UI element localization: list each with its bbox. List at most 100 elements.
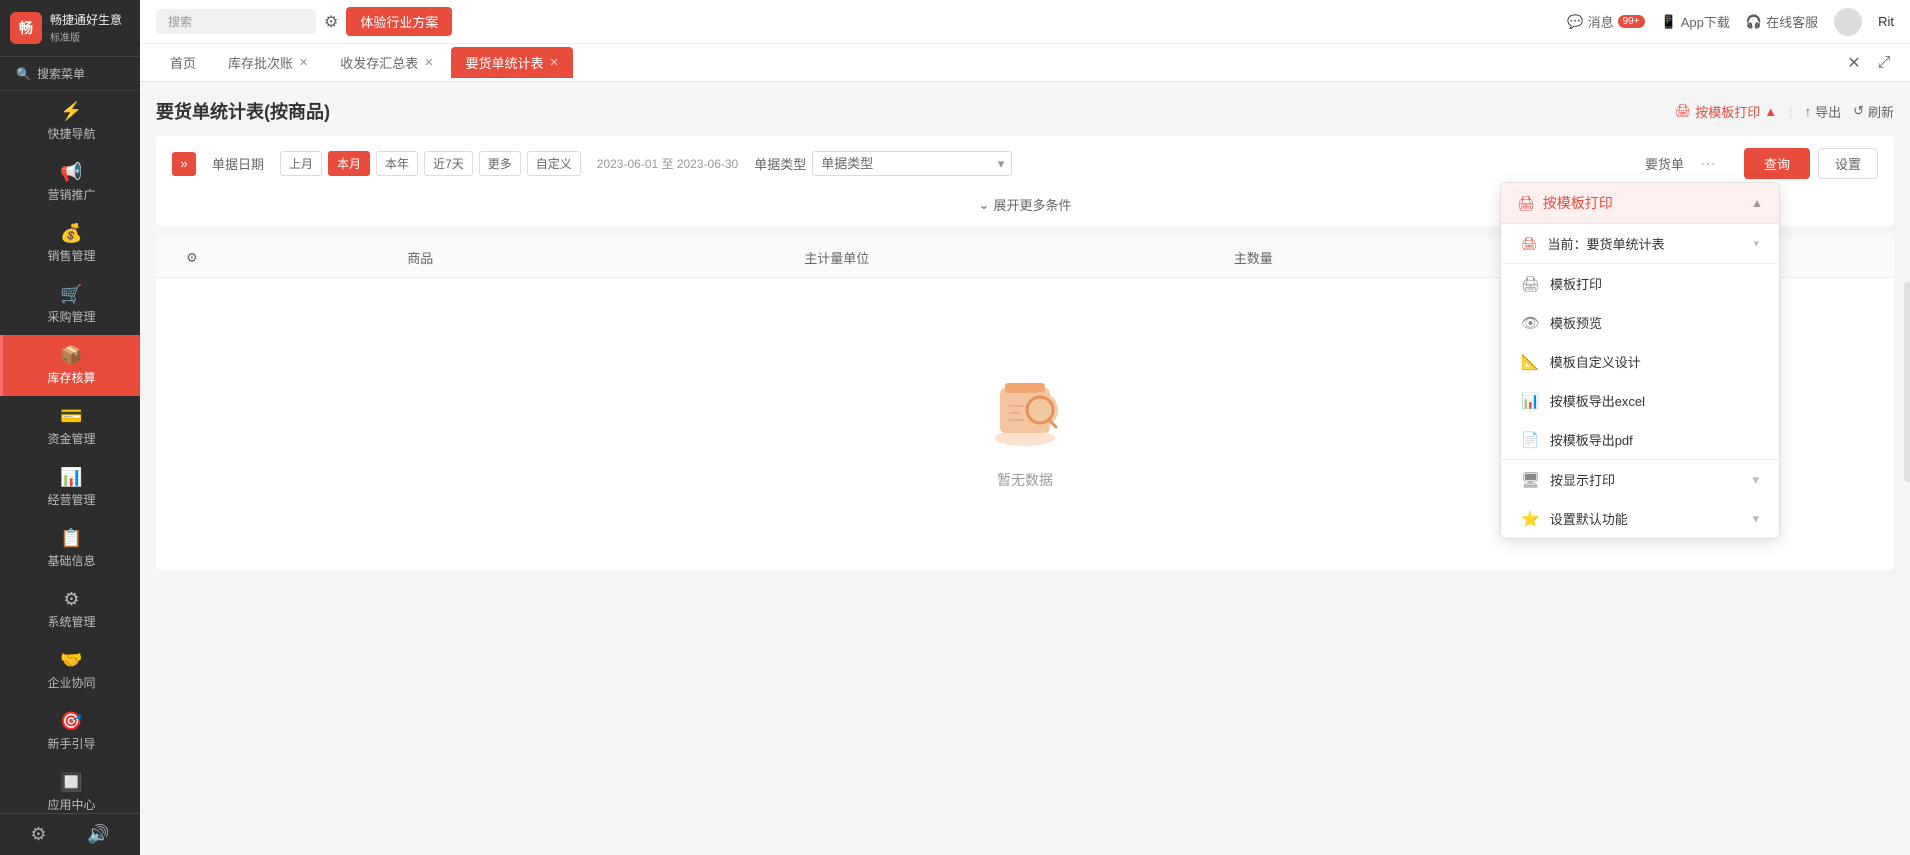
template-design-icon: 📐 [1521,353,1540,371]
th-unit: 主计量单位 [629,248,1046,267]
refresh-button[interactable]: ↺ 刷新 [1853,102,1894,121]
export-button[interactable]: ↑ 导出 [1805,102,1842,121]
app-download-button[interactable]: 📱 App下载 [1661,12,1730,31]
scroll-indicator[interactable] [1904,282,1910,482]
audio-icon[interactable]: 🔊 [87,824,109,845]
query-button[interactable]: 查询 [1744,148,1810,179]
sidebar-item-collab[interactable]: 🤝 企业协同 [0,640,140,701]
date-custom[interactable]: 自定义 [527,151,581,176]
window-close-button[interactable]: ✕ [1844,53,1864,73]
sidebar-item-appstore[interactable]: 🔲 应用中心 [0,762,140,813]
user-avatar[interactable] [1834,8,1862,36]
th-settings[interactable]: ⚙ [172,250,212,266]
trial-button[interactable]: 体验行业方案 [346,7,452,36]
date-current-month[interactable]: 本月 [328,151,370,176]
filter-toggle-button[interactable]: » [172,152,196,176]
sidebar-item-guide[interactable]: 🎯 新手引导 [0,701,140,762]
template-excel-icon: 📊 [1521,392,1540,410]
sidebar-item-marketing[interactable]: 📢 营销推广 [0,152,140,213]
messages-label: 消息 [1588,12,1614,31]
template-pdf-icon: 📄 [1521,431,1540,449]
date-prev-month[interactable]: 上月 [280,151,322,176]
sidebar-item-system[interactable]: ⚙ 系统管理 [0,579,140,640]
sidebar-footer: ⚙ 🔊 [0,813,140,855]
date-current-year[interactable]: 本年 [376,151,418,176]
sidebar-nav: ⚡ 快捷导航 📢 营销推广 💰 销售管理 🛒 采购管理 📦 库存核算 💳 资金管… [0,91,140,813]
expand-button[interactable]: ⌄ 展开更多条件 [979,195,1072,214]
tab-order-stats[interactable]: 要货单统计表 ✕ [451,47,572,78]
tab-label: 收发存汇总表 [340,53,418,72]
system-icon: ⚙ [63,589,79,610]
sidebar-item-label: 营销推广 [47,186,95,203]
quick-nav-icon: ⚡ [60,101,82,122]
sidebar-item-purchase[interactable]: 🛒 采购管理 [0,274,140,335]
topbar-search-box[interactable]: 搜索 [156,9,316,34]
gear-icon[interactable]: ⚙ [324,12,338,32]
tab-close-icon[interactable]: ✕ [299,56,308,69]
online-service-button[interactable]: 🎧 在线客服 [1746,12,1818,31]
messages-button[interactable]: 💬 消息 99+ [1567,12,1644,31]
date-label: 单据日期 [212,154,264,173]
dropdown-item-template-design[interactable]: 📐 模板自定义设计 [1501,342,1779,381]
sidebar-item-quick-nav[interactable]: ⚡ 快捷导航 [0,91,140,152]
dropdown-item-template-pdf[interactable]: 📄 按模板导出pdf [1501,420,1779,459]
dropdown-header[interactable]: 🖨 按模板打印 ▲ [1501,183,1779,224]
dropdown-item-template-excel[interactable]: 📊 按模板导出excel [1501,381,1779,420]
type-select[interactable]: 单据类型 要货单 [812,151,1012,176]
print-label: 按模板打印 [1695,102,1760,121]
current-label: 当前：要货单统计表 [1548,234,1665,253]
tab-home[interactable]: 首页 [156,47,210,78]
printer-icon: 🖨 [1675,103,1692,119]
set-default-label: 设置默认功能 [1550,509,1628,528]
dropdown-item-template-preview[interactable]: 👁 模板预览 [1501,303,1779,342]
template-design-label: 模板自定义设计 [1550,352,1641,371]
window-expand-button[interactable]: ⤢ [1874,53,1894,73]
template-excel-label: 按模板导出excel [1550,391,1645,410]
print-button[interactable]: 🖨 按模板打印 ▲ [1675,102,1777,121]
sidebar-search[interactable]: 🔍 搜索菜单 [0,57,140,91]
logo-icon: 畅 [10,12,42,44]
type-label: 单据类型 [754,154,806,173]
printer-header-icon: 🖨 [1517,195,1535,212]
filter-dates: 上月 本月 本年 近7天 更多 自定义 [280,151,581,176]
empty-icon [975,358,1075,458]
page-header: 要货单统计表(按商品) 🖨 按模板打印 ▲ | ↑ 导出 ↺ 刷新 [156,98,1894,124]
sidebar-item-inventory[interactable]: 📦 库存核算 [0,335,140,396]
tab-receivable-summary[interactable]: 收发存汇总表 ✕ [326,47,447,78]
settings-icon[interactable]: ⚙ [30,824,46,845]
dropdown-item-display-print[interactable]: 🖥 按显示打印 ▾ [1501,460,1779,499]
sidebar-item-sales[interactable]: 💰 销售管理 [0,213,140,274]
template-print-label: 模板打印 [1550,274,1602,293]
export-label: 导出 [1815,102,1841,121]
template-pdf-label: 按模板导出pdf [1550,430,1633,449]
settings-button[interactable]: 设置 [1818,148,1878,179]
collab-icon: 🤝 [60,650,82,671]
tab-close-icon[interactable]: ✕ [424,56,433,69]
online-service-label: 在线客服 [1766,12,1818,31]
app-logo: 畅 畅捷通好生意 标准版 [0,0,140,57]
expand-label: 展开更多条件 [993,195,1071,214]
tab-close-icon[interactable]: ✕ [550,56,559,69]
phone-icon: 📱 [1661,14,1677,30]
template-preview-icon: 👁 [1521,314,1540,332]
basic-icon: 📋 [60,528,82,549]
date-more[interactable]: 更多 [479,151,521,176]
sidebar-item-operation[interactable]: 📊 经营管理 [0,457,140,518]
current-chevron-icon: ▾ [1753,237,1759,250]
messages-badge: 99+ [1618,15,1645,28]
date-last-7-days[interactable]: 近7天 [424,151,473,176]
inventory-icon: 📦 [60,345,82,366]
template-print-icon: 🖨 [1521,275,1540,293]
dropdown-item-set-default[interactable]: ⭐ 设置默认功能 ▾ [1501,499,1779,538]
date-range: 2023-06-01 至 2023-06-30 [597,155,738,172]
tab-inventory-batch[interactable]: 库存批次账 ✕ [214,47,322,78]
sidebar-item-basic[interactable]: 📋 基础信息 [0,518,140,579]
tab-label: 要货单统计表 [465,53,543,72]
sidebar-item-finance[interactable]: 💳 资金管理 [0,396,140,457]
template-preview-label: 模板预览 [1550,313,1602,332]
sidebar: 畅 畅捷通好生意 标准版 🔍 搜索菜单 ⚡ 快捷导航 📢 营销推广 💰 销售管理… [0,0,140,855]
dropdown-item-template-print[interactable]: 🖨 模板打印 [1501,264,1779,303]
order-filter-label: 要货单 [1645,154,1684,173]
appstore-icon: 🔲 [60,772,82,793]
dropdown-current[interactable]: 🖨 当前：要货单统计表 ▾ [1501,224,1779,263]
